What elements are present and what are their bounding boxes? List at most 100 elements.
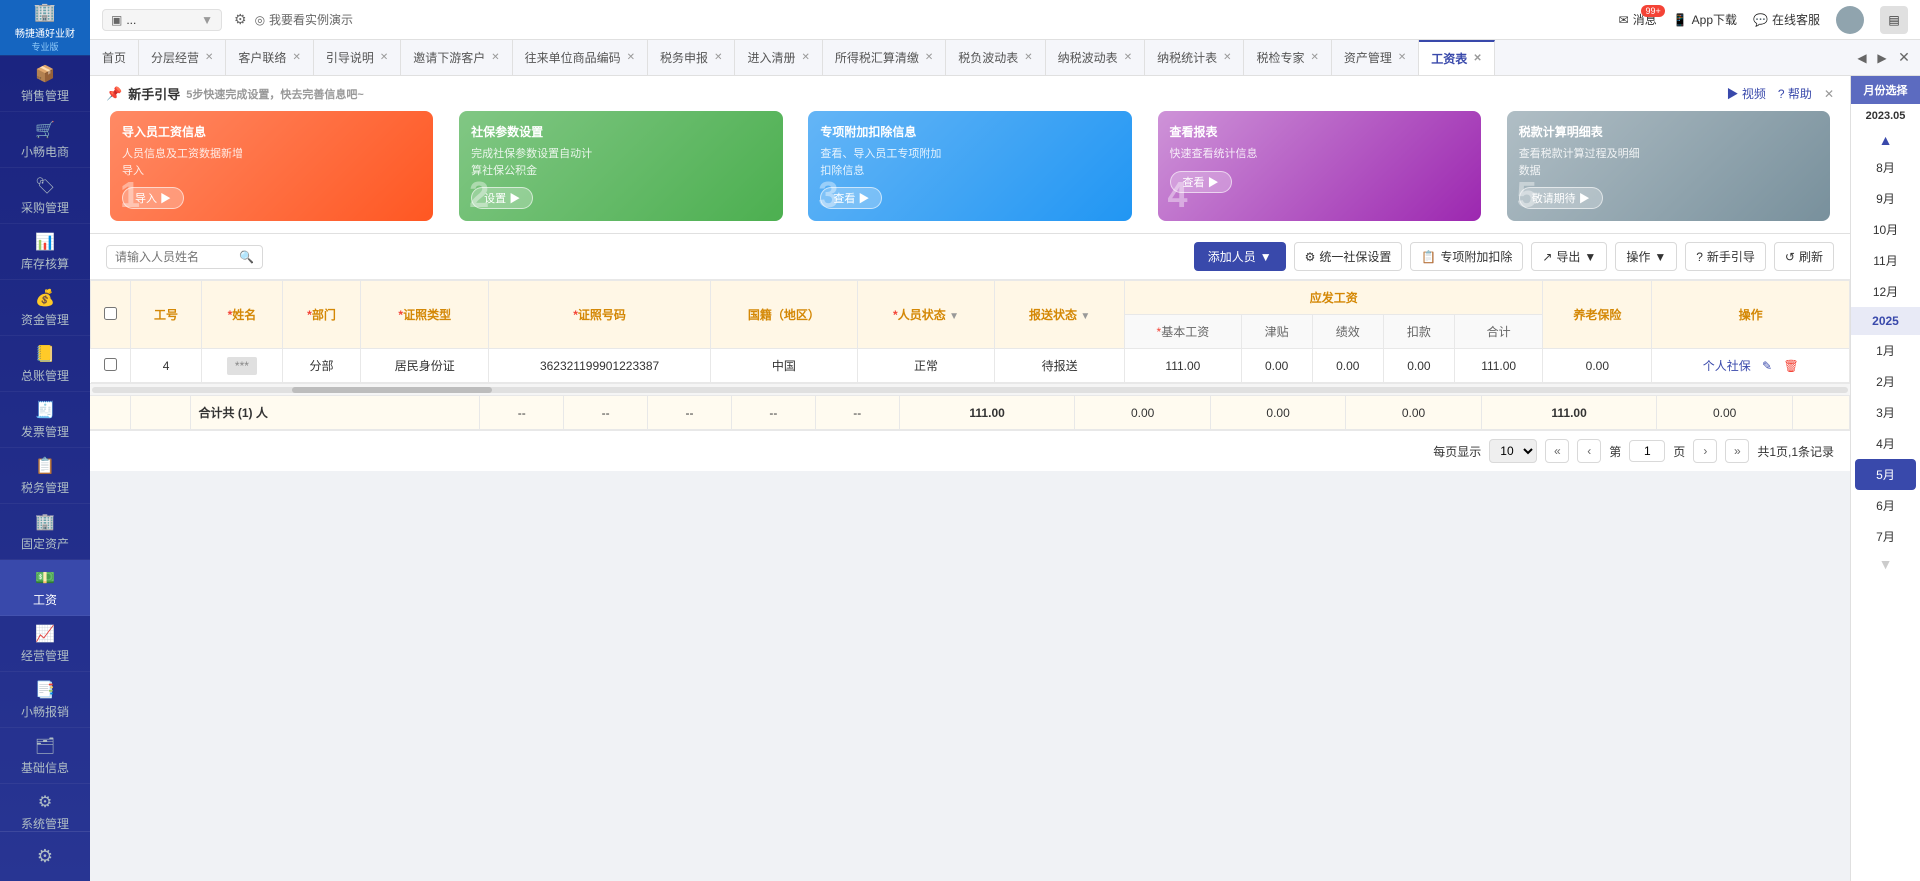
tab-customer[interactable]: 客户联络 ✕ [226, 40, 313, 76]
tab-close-icon[interactable]: ✕ [1473, 53, 1481, 64]
sidebar-item-basic[interactable]: 🗂 基础信息 [0, 728, 90, 784]
sidebar-item-expense[interactable]: 📑 小畅报销 [0, 672, 90, 728]
sidebar-item-fixed-asset[interactable]: 🏢 固定资产 [0, 504, 90, 560]
row-checkbox[interactable] [104, 358, 117, 371]
tab-guide-tab[interactable]: 引导说明 ✕ [314, 40, 401, 76]
tab-tax-relief[interactable]: 税负波动表 ✕ [946, 40, 1045, 76]
guide-close-button[interactable]: ✕ [1824, 87, 1834, 101]
tab-right-arrow[interactable]: ▶ [1872, 48, 1892, 68]
col-idnum-header: *证照号码 [489, 281, 711, 349]
tab-tax-stat2[interactable]: 纳税波动表 ✕ [1046, 40, 1145, 76]
month-item-1[interactable]: 1月 [1851, 335, 1920, 366]
select-all-checkbox[interactable] [104, 307, 117, 320]
refresh-button[interactable]: ↺ 刷新 [1774, 242, 1834, 271]
search-input[interactable] [115, 250, 235, 264]
month-item-8[interactable]: 8月 [1851, 152, 1920, 183]
tab-close-icon[interactable]: ✕ [925, 52, 933, 63]
row-edit-icon[interactable]: ✎ [1762, 359, 1772, 373]
sidebar-item-ecommerce[interactable]: 🛒 小畅电商 [0, 112, 90, 168]
first-page-button[interactable]: « [1545, 439, 1569, 463]
tab-close-icon[interactable]: ✕ [491, 52, 499, 63]
guide-bookmark-icon: 📌 [106, 86, 122, 102]
tab-close-icon[interactable]: ✕ [380, 52, 388, 63]
guide-arrow-4: ▶ [1485, 111, 1503, 221]
tab-close-icon[interactable]: ✕ [1311, 52, 1319, 63]
next-page-button[interactable]: › [1693, 439, 1717, 463]
month-down-nav[interactable]: ▼ [1875, 552, 1897, 576]
scroll-thumb[interactable] [292, 387, 492, 393]
header-gear-icon[interactable]: ⚙ [234, 11, 247, 28]
sidebar-item-tax[interactable]: 📋 税务管理 [0, 448, 90, 504]
month-item-2[interactable]: 2月 [1851, 366, 1920, 397]
month-item-3[interactable]: 3月 [1851, 397, 1920, 428]
month-item-5[interactable]: 5月 [1855, 459, 1916, 490]
tab-asset-mgmt[interactable]: 资产管理 ✕ [1332, 40, 1419, 76]
unified-insurance-button[interactable]: ⚙ 统一社保设置 [1294, 242, 1403, 271]
sidebar-item-ledger[interactable]: 📒 总账管理 [0, 336, 90, 392]
last-page-button[interactable]: » [1725, 439, 1749, 463]
guide-step-4: 查看报表 快速查看统计信息 查看 ▶ 4 [1158, 111, 1481, 221]
add-person-button[interactable]: 添加人员 ▼ [1194, 242, 1286, 271]
message-button[interactable]: ✉ 消息 99+ [1619, 11, 1657, 28]
tab-product-code[interactable]: 往来单位商品编码 ✕ [513, 40, 648, 76]
tab-close-icon[interactable]: ✕ [1024, 52, 1032, 63]
sidebar-item-purchase[interactable]: 🏷 采购管理 [0, 168, 90, 224]
guide-video-link[interactable]: ▶ 视频 [1727, 85, 1766, 102]
tab-salary-tab[interactable]: 工资表 ✕ [1419, 40, 1494, 76]
tab-close-all[interactable]: ✕ [1892, 40, 1916, 76]
settings-icon[interactable]: ⚙ [37, 846, 53, 867]
tab-tax-stat[interactable]: 纳税统计表 ✕ [1145, 40, 1244, 76]
month-item-10[interactable]: 10月 [1851, 214, 1920, 245]
horizontal-scrollbar[interactable] [90, 383, 1850, 395]
footer-performance-cell: 0.00 [1210, 396, 1345, 430]
tab-tax-expert[interactable]: 税检专家 ✕ [1244, 40, 1331, 76]
sidebar-item-salary[interactable]: 💵 工资 [0, 560, 90, 616]
sidebar-item-finance[interactable]: 💰 资金管理 [0, 280, 90, 336]
tab-close-icon[interactable]: ✕ [1124, 52, 1132, 63]
export-button[interactable]: ↗ 导出 ▼ [1531, 242, 1607, 271]
online-service-button[interactable]: 💬 在线客服 [1753, 11, 1820, 28]
prev-page-button[interactable]: ‹ [1577, 439, 1601, 463]
row-personal-insurance-link[interactable]: 个人社保 [1703, 359, 1751, 373]
special-deduction-button[interactable]: 📋 专项附加扣除 [1410, 242, 1523, 271]
tab-tax-report[interactable]: 税务申报 ✕ [648, 40, 735, 76]
tab-close-icon[interactable]: ✕ [801, 52, 809, 63]
sidebar-item-operation[interactable]: 📈 经营管理 [0, 616, 90, 672]
sidebar-item-sales[interactable]: 📦 销售管理 [0, 56, 90, 112]
tab-home[interactable]: 首页 [90, 40, 139, 76]
user-selector[interactable]: ▣ ... ▼ [102, 9, 222, 31]
tab-close-icon[interactable]: ✕ [627, 52, 635, 63]
month-item-9[interactable]: 9月 [1851, 183, 1920, 214]
tab-left-arrow[interactable]: ◀ [1852, 48, 1872, 68]
tab-close-icon[interactable]: ✕ [1398, 52, 1406, 63]
user-menu-button[interactable]: ▤ [1880, 6, 1908, 34]
app-download-button[interactable]: 📱 App下载 [1673, 11, 1737, 28]
sidebar-item-label: 小畅报销 [21, 703, 69, 720]
month-item-11[interactable]: 11月 [1851, 245, 1920, 276]
sidebar-item-system[interactable]: ⚙ 系统管理 [0, 784, 90, 831]
month-up-nav[interactable]: ▲ [1875, 128, 1897, 152]
sidebar-item-inventory[interactable]: 📊 库存核算 [0, 224, 90, 280]
month-item-12[interactable]: 12月 [1851, 276, 1920, 307]
tab-invite[interactable]: 邀请下游客户 ✕ [401, 40, 512, 76]
tab-close-icon[interactable]: ✕ [205, 52, 213, 63]
tab-hierarchy[interactable]: 分层经营 ✕ [139, 40, 226, 76]
user-avatar[interactable] [1836, 6, 1864, 34]
per-page-select[interactable]: 10 20 50 [1489, 439, 1537, 463]
month-item-6[interactable]: 6月 [1851, 490, 1920, 521]
tab-close-icon[interactable]: ✕ [292, 52, 300, 63]
tab-close-icon[interactable]: ✕ [1223, 52, 1231, 63]
tab-close-icon[interactable]: ✕ [714, 52, 722, 63]
guide-help-link[interactable]: ? 帮助 [1778, 85, 1812, 102]
tab-clearance[interactable]: 进入清册 ✕ [735, 40, 822, 76]
newbie-guide-button[interactable]: ? 新手引导 [1685, 242, 1766, 271]
sidebar-item-invoice[interactable]: 🧾 发票管理 [0, 392, 90, 448]
header-demo[interactable]: ◎ 我要看实例演示 [255, 11, 354, 28]
operate-button[interactable]: 操作 ▼ [1615, 242, 1677, 271]
month-item-7[interactable]: 7月 [1851, 521, 1920, 552]
month-item-4[interactable]: 4月 [1851, 428, 1920, 459]
tab-tax-calc[interactable]: 所得税汇算清缴 ✕ [823, 40, 946, 76]
page-number-input[interactable] [1629, 440, 1665, 462]
row-delete-icon[interactable]: 🗑 [1783, 359, 1798, 373]
search-icon[interactable]: 🔍 [239, 250, 254, 264]
